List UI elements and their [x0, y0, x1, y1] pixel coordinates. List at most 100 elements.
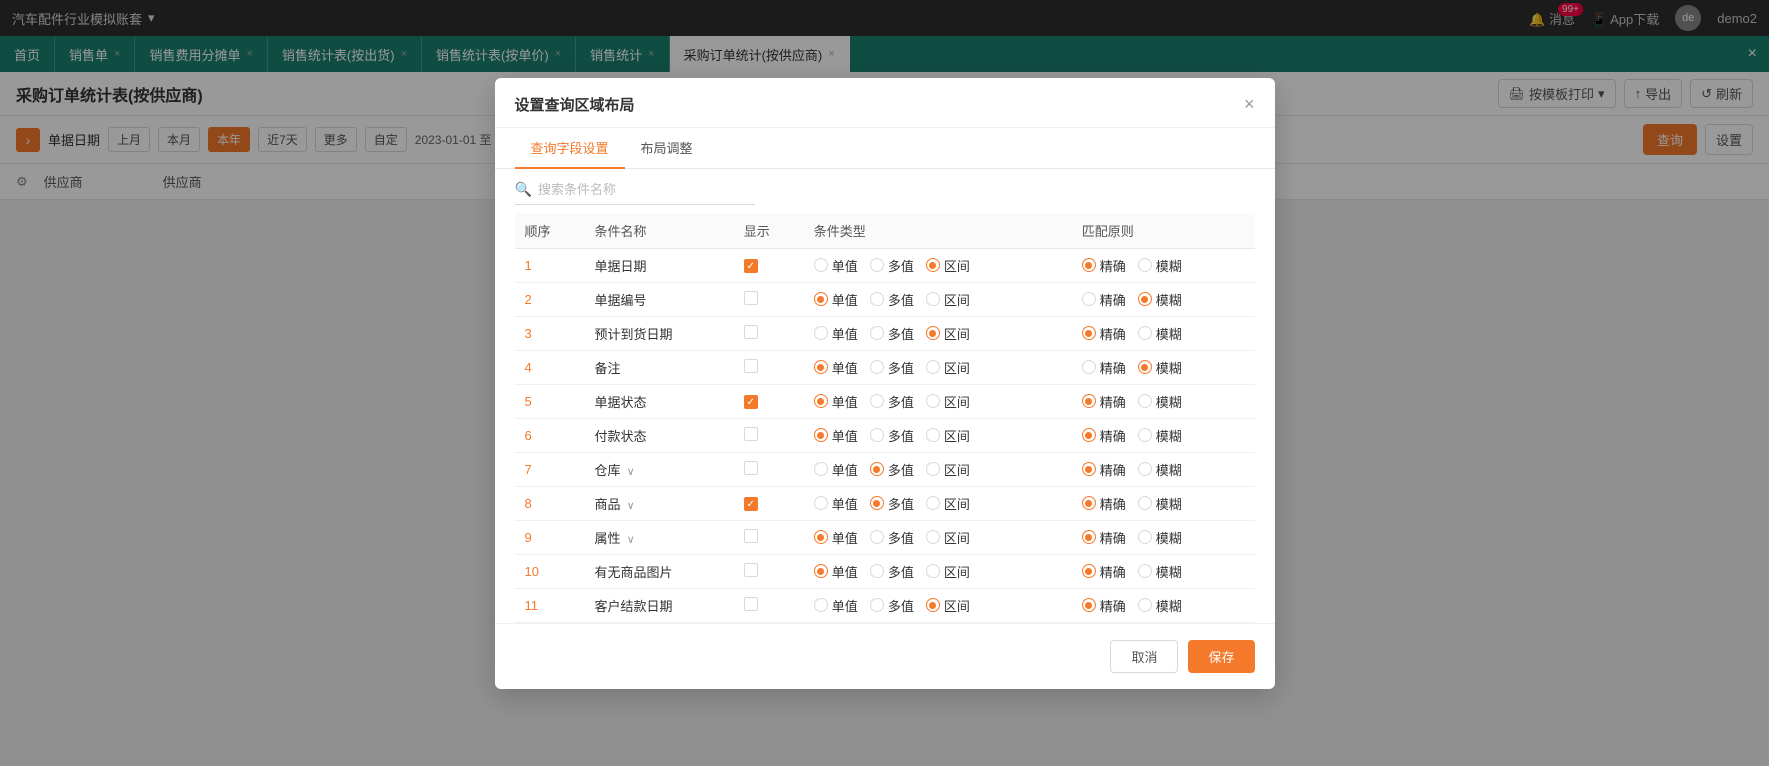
row-condition-name: 预计到货日期 — [585, 316, 734, 350]
row-display: ✓ — [734, 248, 804, 282]
match-radio-模糊[interactable]: 模糊 — [1138, 256, 1182, 275]
type-radio-区间[interactable]: 区间 — [926, 324, 970, 343]
radio-circle — [814, 462, 828, 476]
type-radio-多值[interactable]: 多值 — [870, 528, 914, 547]
radio-circle — [926, 360, 940, 374]
type-radio-多值[interactable]: 多值 — [870, 426, 914, 445]
radio-circle — [814, 598, 828, 612]
display-checkbox[interactable] — [744, 359, 758, 373]
radio-circle — [1138, 530, 1152, 544]
display-checkbox[interactable] — [744, 563, 758, 577]
match-radio-模糊[interactable]: 模糊 — [1138, 358, 1182, 377]
type-radio-多值[interactable]: 多值 — [870, 256, 914, 275]
match-radio-模糊[interactable]: 模糊 — [1138, 426, 1182, 445]
display-checkbox[interactable] — [744, 529, 758, 543]
type-radio-区间[interactable]: 区间 — [926, 290, 970, 309]
radio-circle — [1138, 292, 1152, 306]
radio-circle — [926, 530, 940, 544]
match-radio-精确[interactable]: 精确 — [1082, 392, 1126, 411]
match-radio-精确[interactable]: 精确 — [1082, 256, 1126, 275]
row-order: 1 — [515, 248, 585, 282]
match-radio-精确[interactable]: 精确 — [1082, 358, 1126, 377]
match-radio-精确[interactable]: 精确 — [1082, 562, 1126, 581]
type-radio-单值[interactable]: 单值 — [814, 426, 858, 445]
match-radio-精确[interactable]: 精确 — [1082, 460, 1126, 479]
type-radio-区间[interactable]: 区间 — [926, 596, 970, 615]
cancel-button[interactable]: 取消 — [1110, 640, 1178, 673]
table-row: 7仓库 ∨单值多值区间精确模糊 — [515, 452, 1255, 486]
display-checkbox[interactable] — [744, 597, 758, 611]
modal-tab-query-fields[interactable]: 查询字段设置 — [515, 128, 625, 169]
type-radio-多值[interactable]: 多值 — [870, 562, 914, 581]
type-radio-区间[interactable]: 区间 — [926, 528, 970, 547]
type-radio-多值[interactable]: 多值 — [870, 358, 914, 377]
type-radio-区间[interactable]: 区间 — [926, 358, 970, 377]
type-radio-区间[interactable]: 区间 — [926, 460, 970, 479]
type-radio-区间[interactable]: 区间 — [926, 562, 970, 581]
display-checkbox[interactable] — [744, 427, 758, 441]
type-radio-多值[interactable]: 多值 — [870, 596, 914, 615]
match-radio-模糊[interactable]: 模糊 — [1138, 290, 1182, 309]
display-checkbox[interactable] — [744, 291, 758, 305]
type-radio-单值[interactable]: 单值 — [814, 596, 858, 615]
modal-tab-layout[interactable]: 布局调整 — [625, 128, 709, 169]
radio-circle — [926, 326, 940, 340]
type-radio-区间[interactable]: 区间 — [926, 426, 970, 445]
type-radio-单值[interactable]: 单值 — [814, 528, 858, 547]
table-row: 11客户结款日期单值多值区间精确模糊 — [515, 588, 1255, 622]
expand-icon[interactable]: ∨ — [624, 466, 635, 478]
search-input[interactable] — [538, 182, 755, 197]
radio-circle — [870, 496, 884, 510]
type-radio-多值[interactable]: 多值 — [870, 324, 914, 343]
type-radio-多值[interactable]: 多值 — [870, 460, 914, 479]
row-match: 精确模糊 — [1072, 350, 1255, 384]
type-radio-单值[interactable]: 单值 — [814, 392, 858, 411]
radio-circle — [814, 530, 828, 544]
expand-icon[interactable]: ∨ — [624, 534, 635, 546]
display-checkbox[interactable]: ✓ — [744, 497, 758, 511]
type-radio-单值[interactable]: 单值 — [814, 290, 858, 309]
match-radio-精确[interactable]: 精确 — [1082, 426, 1126, 445]
expand-icon[interactable]: ∨ — [624, 500, 635, 512]
radio-circle — [870, 564, 884, 578]
row-match: 精确模糊 — [1072, 316, 1255, 350]
radio-circle — [814, 360, 828, 374]
match-radio-精确[interactable]: 精确 — [1082, 324, 1126, 343]
match-radio-精确[interactable]: 精确 — [1082, 494, 1126, 513]
row-type: 单值多值区间 — [804, 350, 1072, 384]
type-radio-区间[interactable]: 区间 — [926, 256, 970, 275]
type-radio-单值[interactable]: 单值 — [814, 460, 858, 479]
type-radio-单值[interactable]: 单值 — [814, 562, 858, 581]
row-order: 2 — [515, 282, 585, 316]
display-checkbox[interactable] — [744, 461, 758, 475]
match-radio-模糊[interactable]: 模糊 — [1138, 324, 1182, 343]
match-radio-模糊[interactable]: 模糊 — [1138, 494, 1182, 513]
match-radio-精确[interactable]: 精确 — [1082, 290, 1126, 309]
match-radio-精确[interactable]: 精确 — [1082, 596, 1126, 615]
type-radio-单值[interactable]: 单值 — [814, 324, 858, 343]
save-button[interactable]: 保存 — [1188, 640, 1254, 673]
match-radio-精确[interactable]: 精确 — [1082, 528, 1126, 547]
match-radio-模糊[interactable]: 模糊 — [1138, 460, 1182, 479]
row-display: ✓ — [734, 384, 804, 418]
radio-circle — [1138, 326, 1152, 340]
type-radio-多值[interactable]: 多值 — [870, 392, 914, 411]
type-radio-多值[interactable]: 多值 — [870, 494, 914, 513]
type-radio-单值[interactable]: 单值 — [814, 358, 858, 377]
match-radio-模糊[interactable]: 模糊 — [1138, 596, 1182, 615]
type-radio-单值[interactable]: 单值 — [814, 494, 858, 513]
match-radio-模糊[interactable]: 模糊 — [1138, 528, 1182, 547]
type-radio-区间[interactable]: 区间 — [926, 494, 970, 513]
radio-circle — [926, 598, 940, 612]
display-checkbox[interactable]: ✓ — [744, 395, 758, 409]
table-header-row: 顺序 条件名称 显示 条件类型 匹配原则 — [515, 213, 1255, 249]
type-radio-单值[interactable]: 单值 — [814, 256, 858, 275]
display-checkbox[interactable]: ✓ — [744, 259, 758, 273]
display-checkbox[interactable] — [744, 325, 758, 339]
match-radio-模糊[interactable]: 模糊 — [1138, 562, 1182, 581]
row-type: 单值多值区间 — [804, 554, 1072, 588]
modal-close-button[interactable]: × — [1244, 94, 1255, 115]
type-radio-区间[interactable]: 区间 — [926, 392, 970, 411]
type-radio-多值[interactable]: 多值 — [870, 290, 914, 309]
match-radio-模糊[interactable]: 模糊 — [1138, 392, 1182, 411]
